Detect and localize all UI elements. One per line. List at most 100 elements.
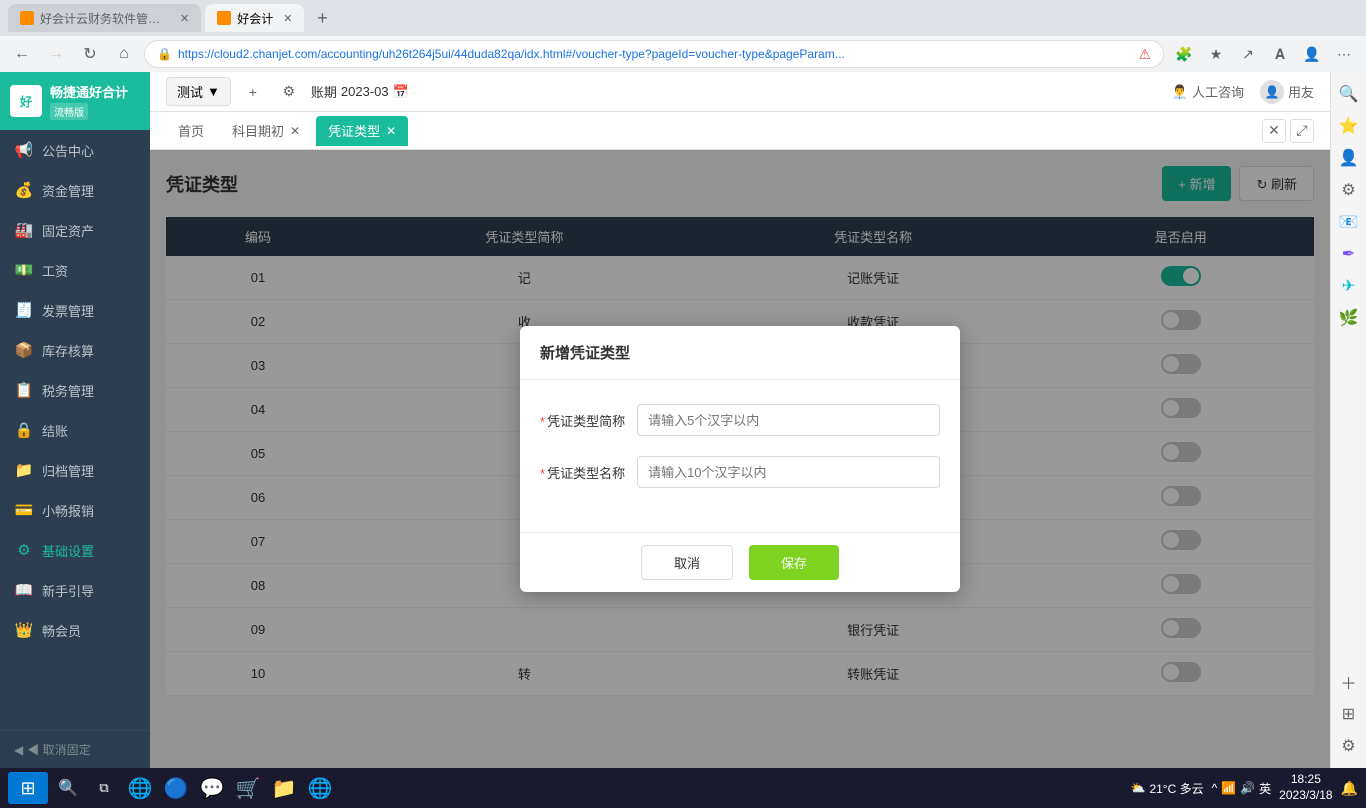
right-user-icon[interactable]: 👤	[1335, 144, 1363, 172]
main-area: 测试 ▼ + ⚙ 账期 2023-03 📅 👨‍💼 人工咨询 👤 用友	[150, 72, 1330, 768]
tab-subjects-close[interactable]: ✕	[290, 124, 300, 138]
tab-voucher-types-close[interactable]: ✕	[386, 124, 396, 138]
right-sidebar: 🔍 ⭐ 👤 ⚙ 📧 ✒ ✈ 🌿 ＋ ⊞ ⚙	[1330, 72, 1366, 768]
user-button[interactable]: 👤 用友	[1260, 80, 1314, 104]
sidebar-item-tax[interactable]: 📋 税务管理	[0, 370, 150, 410]
tab-home[interactable]: 首页	[166, 116, 216, 146]
wechat-app[interactable]: 💬	[196, 772, 228, 804]
start-button[interactable]: ⊞	[8, 772, 48, 804]
address-bar[interactable]: 🔒 https://cloud2.chanjet.com/accounting/…	[144, 40, 1164, 68]
right-grid-icon[interactable]: ⊞	[1335, 700, 1363, 728]
member-label: 畅会员	[42, 621, 81, 640]
chrome-app[interactable]: 🔵	[160, 772, 192, 804]
support-label: 人工咨询	[1192, 82, 1244, 101]
right-plane-icon[interactable]: ✈	[1335, 272, 1363, 300]
expand-icon[interactable]: ^	[1212, 781, 1218, 795]
edge-app[interactable]: 🌐	[124, 772, 156, 804]
unpin-icon: ◀	[14, 743, 23, 757]
tab1-close[interactable]: ✕	[180, 12, 189, 25]
tab1-label: 好会计云财务软件管理系统_会计	[40, 10, 170, 27]
settings-btn[interactable]: ⚙	[275, 78, 303, 106]
funds-icon: 💰	[14, 180, 34, 200]
taskbar-sys: ^ 📶 🔊 英	[1212, 780, 1272, 797]
period-info: 账期 2023-03 📅	[311, 82, 409, 101]
sidebar-item-settings[interactable]: ⚙ 基础设置	[0, 530, 150, 570]
search-button[interactable]: 🔍	[52, 772, 84, 804]
sidebar-item-expense[interactable]: 💳 小畅报销	[0, 490, 150, 530]
share-btn[interactable]: ↗	[1234, 40, 1262, 68]
invoice-label: 发票管理	[42, 301, 94, 320]
right-search-icon[interactable]: 🔍	[1335, 80, 1363, 108]
unpin-button[interactable]: ◀ ◀ 取消固定	[0, 730, 150, 768]
period-label: 账期	[311, 82, 337, 101]
dropdown-icon: ▼	[207, 84, 220, 99]
sidebar-item-archive[interactable]: 📁 归档管理	[0, 450, 150, 490]
tab2-close[interactable]: ✕	[283, 12, 292, 25]
edge-app2[interactable]: 🌐	[304, 772, 336, 804]
sidebar-item-guide[interactable]: 📖 新手引导	[0, 570, 150, 610]
add-company-btn[interactable]: +	[239, 78, 267, 106]
sidebar-item-member[interactable]: 👑 畅会员	[0, 610, 150, 650]
tab-resize-buttons: ✕ ⤢	[1262, 119, 1314, 143]
right-add-icon[interactable]: ＋	[1335, 668, 1363, 696]
inventory-icon: 📦	[14, 340, 34, 360]
back-button[interactable]: ←	[8, 40, 36, 68]
save-button[interactable]: 保存	[749, 545, 839, 580]
read-btn[interactable]: 𝐀	[1266, 40, 1294, 68]
profile-btn[interactable]: 👤	[1298, 40, 1326, 68]
right-outlook-icon[interactable]: 📧	[1335, 208, 1363, 236]
forward-button[interactable]: →	[42, 40, 70, 68]
more-btn[interactable]: ⋯	[1330, 40, 1358, 68]
abbr-input[interactable]	[637, 404, 940, 436]
tab-maximize-btn[interactable]: ⤢	[1290, 119, 1314, 143]
home-button[interactable]: ⌂	[110, 40, 138, 68]
calendar-icon[interactable]: 📅	[393, 84, 409, 100]
tab-minimize-btn[interactable]: ✕	[1262, 119, 1286, 143]
right-star-icon[interactable]: ⭐	[1335, 112, 1363, 140]
notification-btn[interactable]: 🔔	[1341, 780, 1358, 797]
company-selector[interactable]: 测试 ▼	[166, 77, 231, 106]
right-gear-icon[interactable]: ⚙	[1335, 176, 1363, 204]
modal-footer: 取消 保存	[520, 532, 960, 592]
store-app[interactable]: 🛒	[232, 772, 264, 804]
tab-voucher-types[interactable]: 凭证类型 ✕	[316, 116, 408, 146]
new-tab-button[interactable]: +	[308, 4, 336, 32]
extensions-btn[interactable]: 🧩	[1170, 40, 1198, 68]
time-text: 18:25	[1279, 772, 1332, 788]
sidebar-logo[interactable]: 好 畅捷通好合计 流畅版	[0, 72, 150, 130]
right-settings-icon[interactable]: ⚙	[1335, 732, 1363, 760]
sidebar-item-closing[interactable]: 🔒 结账	[0, 410, 150, 450]
support-button[interactable]: 👨‍💼 人工咨询	[1172, 82, 1244, 101]
tab1-favicon	[20, 11, 34, 25]
sidebar-item-announcement[interactable]: 📢 公告中心	[0, 130, 150, 170]
right-pen-icon[interactable]: ✒	[1335, 240, 1363, 268]
refresh-button[interactable]: ↻	[76, 40, 104, 68]
logo-main-text: 畅捷通好合计	[50, 82, 128, 101]
guide-label: 新手引导	[42, 581, 94, 600]
user-name: 用友	[1288, 82, 1314, 101]
abbr-label: *凭证类型简称	[540, 411, 625, 430]
sidebar-item-invoice[interactable]: 🧾 发票管理	[0, 290, 150, 330]
payroll-label: 工资	[42, 261, 68, 280]
favorites-btn[interactable]: ★	[1202, 40, 1230, 68]
folder-app[interactable]: 📁	[268, 772, 300, 804]
right-leaf-icon[interactable]: 🌿	[1335, 304, 1363, 332]
name-input[interactable]	[637, 456, 940, 488]
task-view-button[interactable]: ⧉	[88, 772, 120, 804]
sidebar-item-fixed-assets[interactable]: 🏭 固定资产	[0, 210, 150, 250]
abbr-label-text: 凭证类型简称	[547, 414, 625, 429]
unpin-label: ◀ 取消固定	[27, 741, 90, 758]
cancel-button[interactable]: 取消	[641, 545, 733, 580]
sidebar-item-funds[interactable]: 💰 资金管理	[0, 170, 150, 210]
tab-home-label: 首页	[178, 121, 204, 140]
browser-tab-1[interactable]: 好会计云财务软件管理系统_会计 ✕	[8, 4, 201, 32]
abbr-required: *	[540, 414, 545, 429]
sidebar-item-payroll[interactable]: 💵 工资	[0, 250, 150, 290]
tab-subjects[interactable]: 科目期初 ✕	[220, 116, 312, 146]
sidebar-item-inventory[interactable]: 📦 库存核算	[0, 330, 150, 370]
abbr-form-row: *凭证类型简称	[540, 404, 940, 436]
browser-tab-2[interactable]: 好会计 ✕	[205, 4, 304, 32]
sidebar: 好 畅捷通好合计 流畅版 📢 公告中心 💰 资金管理 🏭 固定资产 💵 工资	[0, 72, 150, 768]
name-required: *	[540, 466, 545, 481]
support-icon: 👨‍💼	[1172, 84, 1188, 100]
